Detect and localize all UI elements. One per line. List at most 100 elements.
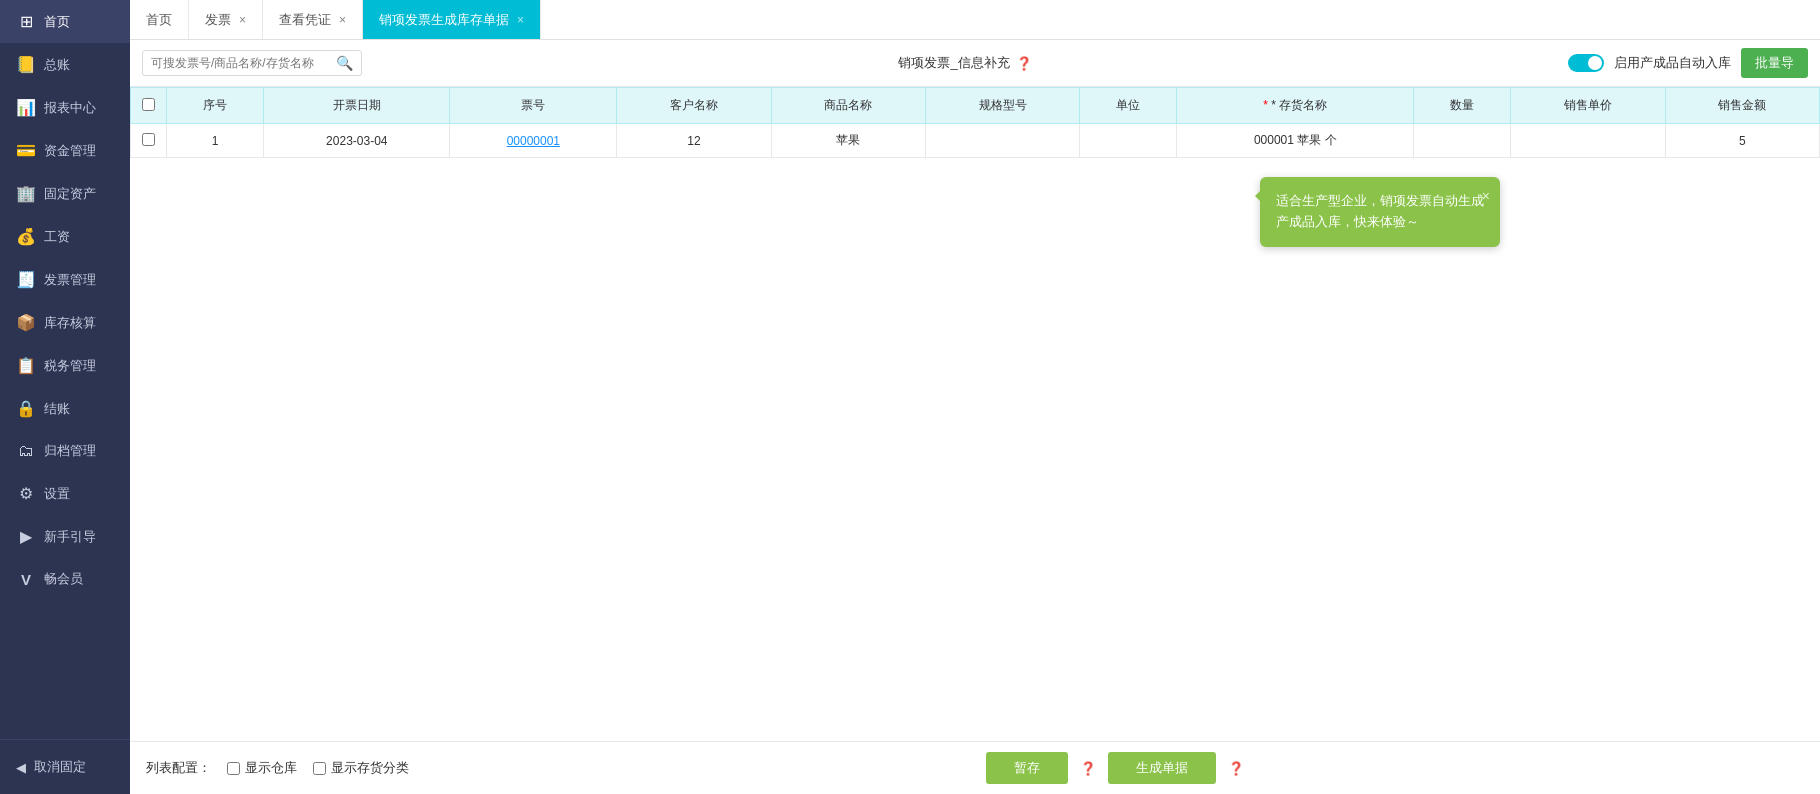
cell-spec bbox=[925, 124, 1079, 158]
inventory-icon: 📦 bbox=[16, 313, 36, 332]
sidebar-item-label: 首页 bbox=[44, 13, 70, 31]
sidebar-item-label: 工资 bbox=[44, 228, 70, 246]
sidebar-item-report[interactable]: 📊 报表中心 bbox=[0, 86, 130, 129]
invoice-icon: 🧾 bbox=[16, 270, 36, 289]
page-content: 🔍 销项发票_信息补充 ❓ 启用产成品自动入库 批量导 bbox=[130, 40, 1820, 794]
row-checkbox-cell bbox=[131, 124, 167, 158]
batch-button[interactable]: 批量导 bbox=[1741, 48, 1808, 78]
table-row: 1 2023-03-04 00000001 12 苹果 000001 苹果 个 … bbox=[131, 124, 1820, 158]
sidebar-item-hr[interactable]: 💰 工资 bbox=[0, 215, 130, 258]
toolbar-center: 销项发票_信息补充 ❓ bbox=[374, 54, 1556, 72]
show-category-label[interactable]: 显示存货分类 bbox=[313, 759, 409, 777]
tab-voucher[interactable]: 查看凭证 × bbox=[263, 0, 363, 39]
sidebar-item-funds[interactable]: 💳 资金管理 bbox=[0, 129, 130, 172]
header-checkbox-cell bbox=[131, 88, 167, 124]
tooltip-close-button[interactable]: × bbox=[1482, 185, 1490, 207]
tab-generate-close[interactable]: × bbox=[517, 13, 524, 27]
assets-icon: 🏢 bbox=[16, 184, 36, 203]
pin-icon: ◀ bbox=[16, 760, 26, 775]
data-table: 序号 开票日期 票号 客户名称 商品名称 规格型号 单位 * * 存货名称 数量… bbox=[130, 87, 1820, 158]
sidebar-item-guide[interactable]: ▶ 新手引导 bbox=[0, 515, 130, 558]
ticket-link[interactable]: 00000001 bbox=[507, 134, 560, 148]
generate-button[interactable]: 生成单据 bbox=[1108, 752, 1216, 784]
cell-seq: 1 bbox=[167, 124, 264, 158]
tab-invoice[interactable]: 发票 × bbox=[189, 0, 263, 39]
table-header-row: 序号 开票日期 票号 客户名称 商品名称 规格型号 单位 * * 存货名称 数量… bbox=[131, 88, 1820, 124]
header-unit: 单位 bbox=[1080, 88, 1177, 124]
tax-icon: 📋 bbox=[16, 356, 36, 375]
sidebar-item-label: 新手引导 bbox=[44, 528, 96, 546]
cell-goods: 苹果 bbox=[771, 124, 925, 158]
generate-help-icon[interactable]: ❓ bbox=[1228, 761, 1244, 776]
sidebar-bottom: ◀ 取消固定 bbox=[0, 739, 130, 794]
sidebar-item-home[interactable]: ⊞ 首页 bbox=[0, 0, 130, 43]
toggle-switch[interactable] bbox=[1568, 54, 1604, 72]
header-seq: 序号 bbox=[167, 88, 264, 124]
ledger-icon: 📒 bbox=[16, 55, 36, 74]
sidebar-item-label: 报表中心 bbox=[44, 99, 96, 117]
tab-generate[interactable]: 销项发票生成库存单据 × bbox=[363, 0, 541, 39]
bottom-bar: 列表配置： 显示仓库 显示存货分类 暂存 ❓ 生成单据 ❓ bbox=[130, 741, 1820, 794]
sidebar-item-label: 总账 bbox=[44, 56, 70, 74]
sidebar-item-assets[interactable]: 🏢 固定资产 bbox=[0, 172, 130, 215]
show-category-checkbox[interactable] bbox=[313, 762, 326, 775]
toggle-slider[interactable] bbox=[1568, 54, 1604, 72]
search-input[interactable] bbox=[151, 56, 330, 70]
sidebar-item-label: 发票管理 bbox=[44, 271, 96, 289]
sidebar-item-label: 设置 bbox=[44, 485, 70, 503]
cell-price bbox=[1511, 124, 1665, 158]
tab-bar: 首页 发票 × 查看凭证 × 销项发票生成库存单据 × bbox=[130, 0, 1820, 40]
show-warehouse-label[interactable]: 显示仓库 bbox=[227, 759, 297, 777]
toolbar: 🔍 销项发票_信息补充 ❓ 启用产成品自动入库 批量导 bbox=[130, 40, 1820, 87]
sidebar-item-vip[interactable]: V 畅会员 bbox=[0, 558, 130, 600]
cell-unit bbox=[1080, 124, 1177, 158]
save-button[interactable]: 暂存 bbox=[986, 752, 1068, 784]
cell-inventory[interactable]: 000001 苹果 个 bbox=[1177, 124, 1414, 158]
cell-date: 2023-03-04 bbox=[264, 124, 450, 158]
tab-generate-label: 销项发票生成库存单据 bbox=[379, 11, 509, 29]
row-checkbox[interactable] bbox=[142, 133, 155, 146]
tooltip-text: 适合生产型企业，销项发票自动生成产成品入库，快来体验～ bbox=[1276, 193, 1484, 229]
pin-button[interactable]: ◀ 取消固定 bbox=[0, 748, 130, 786]
cell-customer: 12 bbox=[617, 124, 771, 158]
sidebar-item-label: 畅会员 bbox=[44, 570, 83, 588]
tab-invoice-label: 发票 bbox=[205, 11, 231, 29]
sidebar-item-archive[interactable]: 🗂 归档管理 bbox=[0, 430, 130, 472]
sidebar-item-settings[interactable]: ⚙ 设置 bbox=[0, 472, 130, 515]
pin-label: 取消固定 bbox=[34, 758, 86, 776]
sidebar-item-invoice[interactable]: 🧾 发票管理 bbox=[0, 258, 130, 301]
header-spec: 规格型号 bbox=[925, 88, 1079, 124]
info-label: 销项发票_信息补充 bbox=[898, 54, 1009, 72]
sidebar-item-label: 资金管理 bbox=[44, 142, 96, 160]
table-container: 序号 开票日期 票号 客户名称 商品名称 规格型号 单位 * * 存货名称 数量… bbox=[130, 87, 1820, 741]
header-amount: 销售金额 bbox=[1665, 88, 1819, 124]
list-config-label: 列表配置： bbox=[146, 759, 211, 777]
search-icon: 🔍 bbox=[336, 55, 353, 71]
settings-icon: ⚙ bbox=[16, 484, 36, 503]
sidebar-item-label: 固定资产 bbox=[44, 185, 96, 203]
header-inventory: * * 存货名称 bbox=[1177, 88, 1414, 124]
sidebar-item-ledger[interactable]: 📒 总账 bbox=[0, 43, 130, 86]
archive-icon: 🗂 bbox=[16, 442, 36, 460]
close-accounts-icon: 🔒 bbox=[16, 399, 36, 418]
cell-amount: 5 bbox=[1665, 124, 1819, 158]
tab-voucher-close[interactable]: × bbox=[339, 13, 346, 27]
guide-icon: ▶ bbox=[16, 527, 36, 546]
tab-home[interactable]: 首页 bbox=[130, 0, 189, 39]
home-icon: ⊞ bbox=[16, 12, 36, 31]
tab-invoice-close[interactable]: × bbox=[239, 13, 246, 27]
bottom-center: 暂存 ❓ 生成单据 ❓ bbox=[425, 752, 1804, 784]
main-area: 首页 发票 × 查看凭证 × 销项发票生成库存单据 × 🔍 销项发票_信息补充 … bbox=[130, 0, 1820, 794]
help-icon[interactable]: ❓ bbox=[1016, 56, 1032, 71]
sidebar-item-inventory[interactable]: 📦 库存核算 bbox=[0, 301, 130, 344]
show-warehouse-checkbox[interactable] bbox=[227, 762, 240, 775]
cell-no[interactable]: 00000001 bbox=[450, 124, 617, 158]
report-icon: 📊 bbox=[16, 98, 36, 117]
sidebar-item-close[interactable]: 🔒 结账 bbox=[0, 387, 130, 430]
sidebar-item-tax[interactable]: 📋 税务管理 bbox=[0, 344, 130, 387]
sidebar-item-label: 库存核算 bbox=[44, 314, 96, 332]
select-all-checkbox[interactable] bbox=[142, 98, 155, 111]
vip-icon: V bbox=[16, 571, 36, 588]
tooltip-popup: × 适合生产型企业，销项发票自动生成产成品入库，快来体验～ bbox=[1260, 177, 1500, 247]
save-help-icon[interactable]: ❓ bbox=[1080, 761, 1096, 776]
